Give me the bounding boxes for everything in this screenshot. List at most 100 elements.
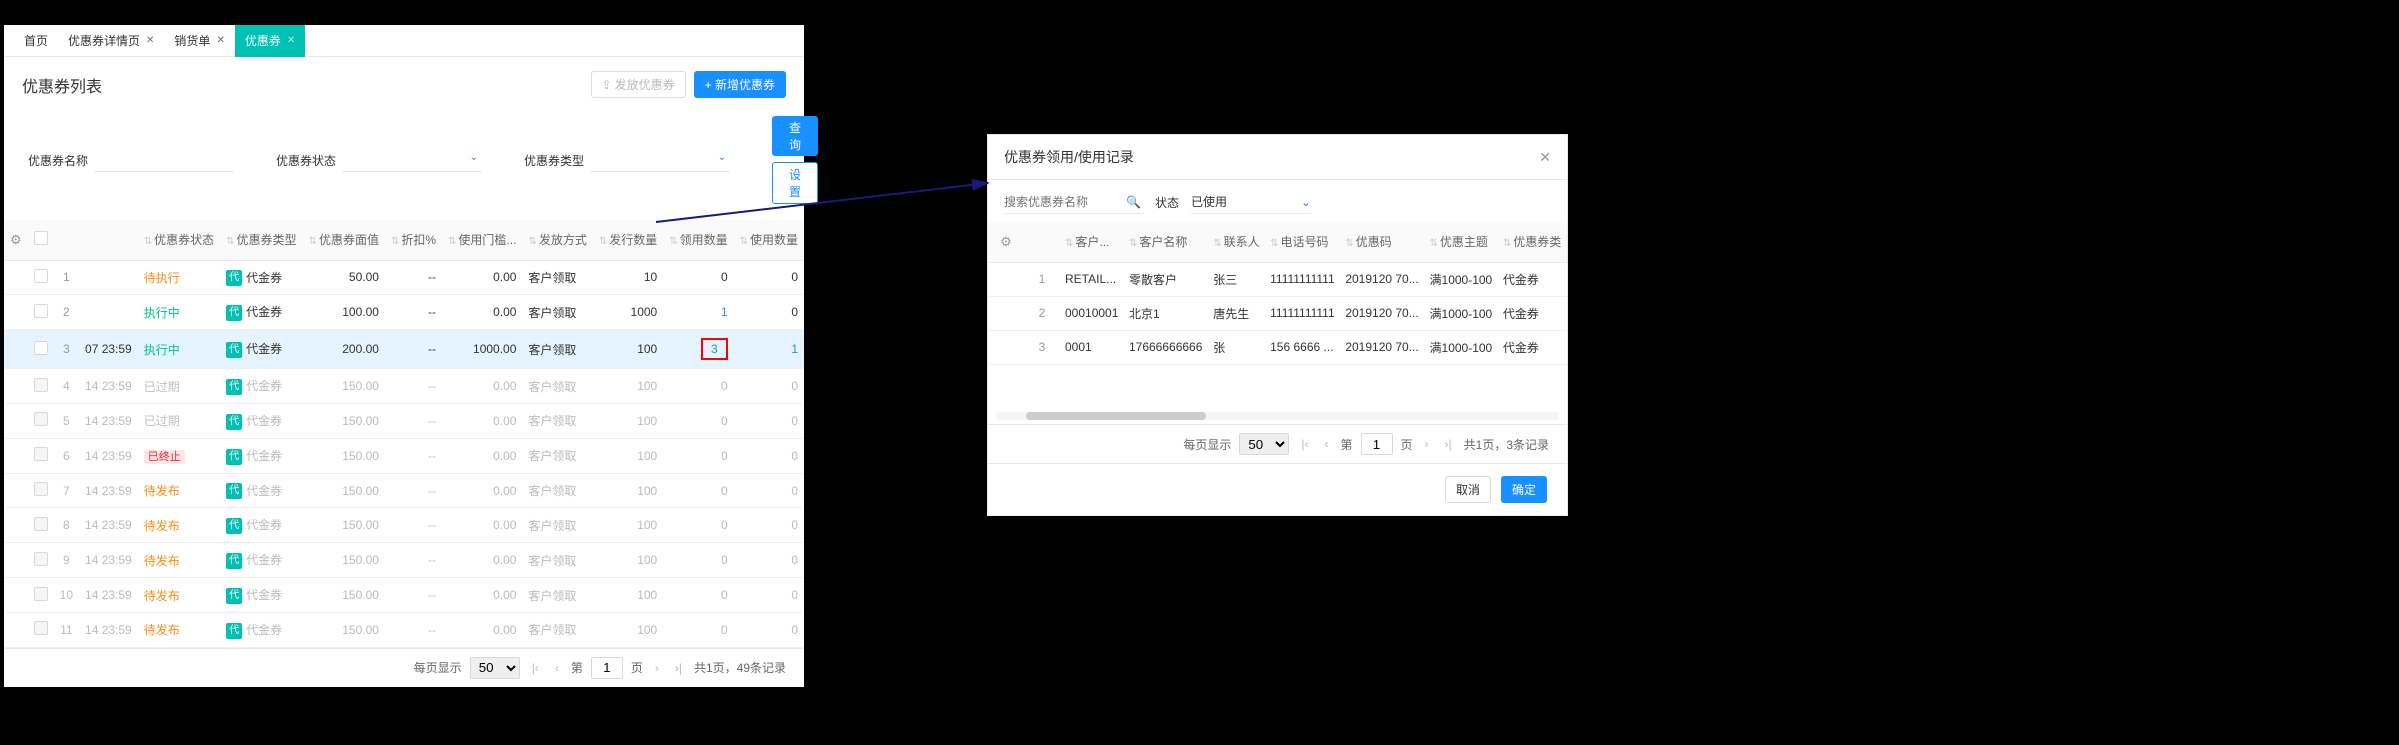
page-input[interactable]: [591, 657, 623, 679]
close-icon[interactable]: ✕: [216, 35, 224, 46]
checkbox[interactable]: [34, 378, 48, 392]
add-coupon-button[interactable]: + 新增优惠券: [694, 71, 786, 98]
checkbox[interactable]: [34, 341, 48, 355]
tab-优惠券详情页[interactable]: 优惠券详情页✕: [58, 25, 164, 57]
ok-button[interactable]: 确定: [1501, 476, 1547, 503]
column-header[interactable]: ⇅发放方式: [522, 220, 592, 260]
modal-search-input[interactable]: [1004, 190, 1144, 214]
prev-page-button[interactable]: ‹: [1320, 437, 1332, 451]
table-row[interactable]: 4 14 23:59 已过期 代代金券 150.00 -- 0.00 客户领取 …: [4, 369, 804, 404]
table-row[interactable]: 5 14 23:59 已过期 代代金券 150.00 -- 0.00 客户领取 …: [4, 403, 804, 438]
row-checkbox-cell[interactable]: [28, 473, 54, 508]
checkbox[interactable]: [34, 552, 48, 566]
column-header[interactable]: ⇅使用门槛...: [442, 220, 522, 260]
table-row[interactable]: 1 待执行 代代金券 50.00 -- 0.00 客户领取 10 0 0 ⇱ ▦: [4, 260, 804, 295]
distribute-coupon-button[interactable]: ⇪ 发放优惠券: [591, 71, 686, 98]
scrollbar-thumb[interactable]: [1026, 412, 1206, 420]
first-page-button[interactable]: |‹: [528, 661, 543, 675]
checkbox[interactable]: [34, 587, 48, 601]
filter-status-select[interactable]: ⌄: [342, 148, 482, 172]
modal-filter-bar: 🔍 状态 已使用 ⌄: [988, 180, 1567, 222]
claim-link[interactable]: 1: [721, 305, 728, 319]
column-header[interactable]: ⇅优惠主题: [1425, 222, 1498, 262]
column-label: 优惠券面值: [319, 233, 379, 247]
column-header[interactable]: ⇅电话号码: [1265, 222, 1340, 262]
row-checkbox-cell[interactable]: [28, 369, 54, 404]
close-icon[interactable]: ✕: [287, 35, 295, 46]
last-page-button[interactable]: ›|: [671, 661, 686, 675]
page-input[interactable]: [1361, 433, 1393, 455]
settings-button[interactable]: 设置: [772, 162, 818, 204]
checkbox[interactable]: [34, 231, 48, 245]
first-page-button[interactable]: |‹: [1297, 437, 1312, 451]
table-row[interactable]: 9 14 23:59 待发布 代代金券 150.00 -- 0.00 客户领取 …: [4, 543, 804, 578]
row-checkbox-cell[interactable]: [28, 508, 54, 543]
last-page-button[interactable]: ›|: [1441, 437, 1456, 451]
column-header[interactable]: ⇅优惠券类: [1498, 222, 1567, 262]
checkbox[interactable]: [34, 621, 48, 635]
next-page-button[interactable]: ›: [1421, 437, 1433, 451]
column-header[interactable]: ⇅优惠券状态: [138, 220, 220, 260]
prev-page-button[interactable]: ‹: [551, 661, 563, 675]
cancel-button[interactable]: 取消: [1445, 476, 1491, 503]
column-header[interactable]: ⇅客户...: [1060, 222, 1124, 262]
per-page-select[interactable]: 50: [1239, 433, 1289, 455]
filter-type-select[interactable]: ⌄: [590, 148, 730, 172]
table-row[interactable]: 6 14 23:59 已终止 代代金券 150.00 -- 0.00 客户领取 …: [4, 438, 804, 473]
row-checkbox-cell[interactable]: [28, 260, 54, 295]
search-button[interactable]: 查询: [772, 116, 818, 156]
checkbox-column[interactable]: [28, 220, 54, 260]
row-checkbox-cell[interactable]: [28, 295, 54, 330]
column-header[interactable]: ⇅发行数量: [593, 220, 663, 260]
row-type: 代代金券: [220, 330, 302, 369]
row-checkbox-cell[interactable]: [28, 612, 54, 647]
claim-link[interactable]: 3: [701, 338, 728, 360]
gear-column[interactable]: ⚙: [4, 220, 28, 260]
column-header[interactable]: ⇅客户名称: [1124, 222, 1208, 262]
gear-column[interactable]: ⚙: [988, 222, 1024, 262]
horizontal-scrollbar[interactable]: [996, 412, 1559, 420]
row-checkbox-cell[interactable]: [28, 438, 54, 473]
tab-销货单[interactable]: 销货单✕: [164, 25, 234, 57]
per-page-select[interactable]: 50: [470, 657, 520, 679]
tab-优惠券[interactable]: 优惠券✕: [235, 25, 305, 57]
column-header[interactable]: ⇅优惠券类型: [220, 220, 302, 260]
row-checkbox-cell[interactable]: [28, 543, 54, 578]
modal-status-select[interactable]: 已使用 ⌄: [1191, 190, 1311, 214]
row-checkbox-cell[interactable]: [28, 330, 54, 369]
table-row[interactable]: 8 14 23:59 待发布 代代金券 150.00 -- 0.00 客户领取 …: [4, 508, 804, 543]
checkbox[interactable]: [34, 304, 48, 318]
column-header[interactable]: ⇅折扣%: [385, 220, 442, 260]
row-checkbox-cell[interactable]: [28, 578, 54, 613]
use-link[interactable]: 1: [791, 342, 798, 356]
table-row[interactable]: 2 执行中 代代金券 100.00 -- 0.00 客户领取 1000 1 0 …: [4, 295, 804, 330]
checkbox[interactable]: [34, 412, 48, 426]
row-checkbox-cell[interactable]: [28, 403, 54, 438]
row-status: 待发布: [138, 473, 220, 508]
column-header[interactable]: ⇅优惠码: [1340, 222, 1424, 262]
column-header[interactable]: ⇅优惠券面值: [303, 220, 385, 260]
table-row[interactable]: 2 00010001 北京1 唐先生 11111111111 2019120 7…: [988, 296, 1567, 330]
close-icon[interactable]: ✕: [1539, 149, 1551, 166]
status-badge: 待发布: [144, 554, 180, 568]
column-header[interactable]: ⇅领用数量: [663, 220, 733, 260]
column-header[interactable]: ⇅联系人: [1208, 222, 1265, 262]
search-icon[interactable]: 🔍: [1126, 195, 1141, 209]
table-row[interactable]: 3 0001 17666666666 张 156 6666 ... 201912…: [988, 330, 1567, 364]
row-index: 9: [54, 543, 79, 578]
checkbox[interactable]: [34, 482, 48, 496]
next-page-button[interactable]: ›: [651, 661, 663, 675]
table-row[interactable]: 11 14 23:59 待发布 代代金券 150.00 -- 0.00 客户领取…: [4, 612, 804, 647]
checkbox[interactable]: [34, 517, 48, 531]
close-icon[interactable]: ✕: [146, 35, 154, 46]
checkbox[interactable]: [34, 269, 48, 283]
table-row[interactable]: 1 RETAIL... 零散客户 张三 11111111111 2019120 …: [988, 262, 1567, 296]
status-badge: 待执行: [144, 271, 180, 285]
filter-name-input[interactable]: [94, 148, 234, 172]
table-row[interactable]: 3 07 23:59 执行中 代代金券 200.00 -- 1000.00 客户…: [4, 330, 804, 369]
checkbox[interactable]: [34, 447, 48, 461]
column-header[interactable]: ⇅使用数量: [734, 220, 804, 260]
table-row[interactable]: 10 14 23:59 待发布 代代金券 150.00 -- 0.00 客户领取…: [4, 578, 804, 613]
tab-首页[interactable]: 首页: [14, 25, 58, 57]
table-row[interactable]: 7 14 23:59 待发布 代代金券 150.00 -- 0.00 客户领取 …: [4, 473, 804, 508]
